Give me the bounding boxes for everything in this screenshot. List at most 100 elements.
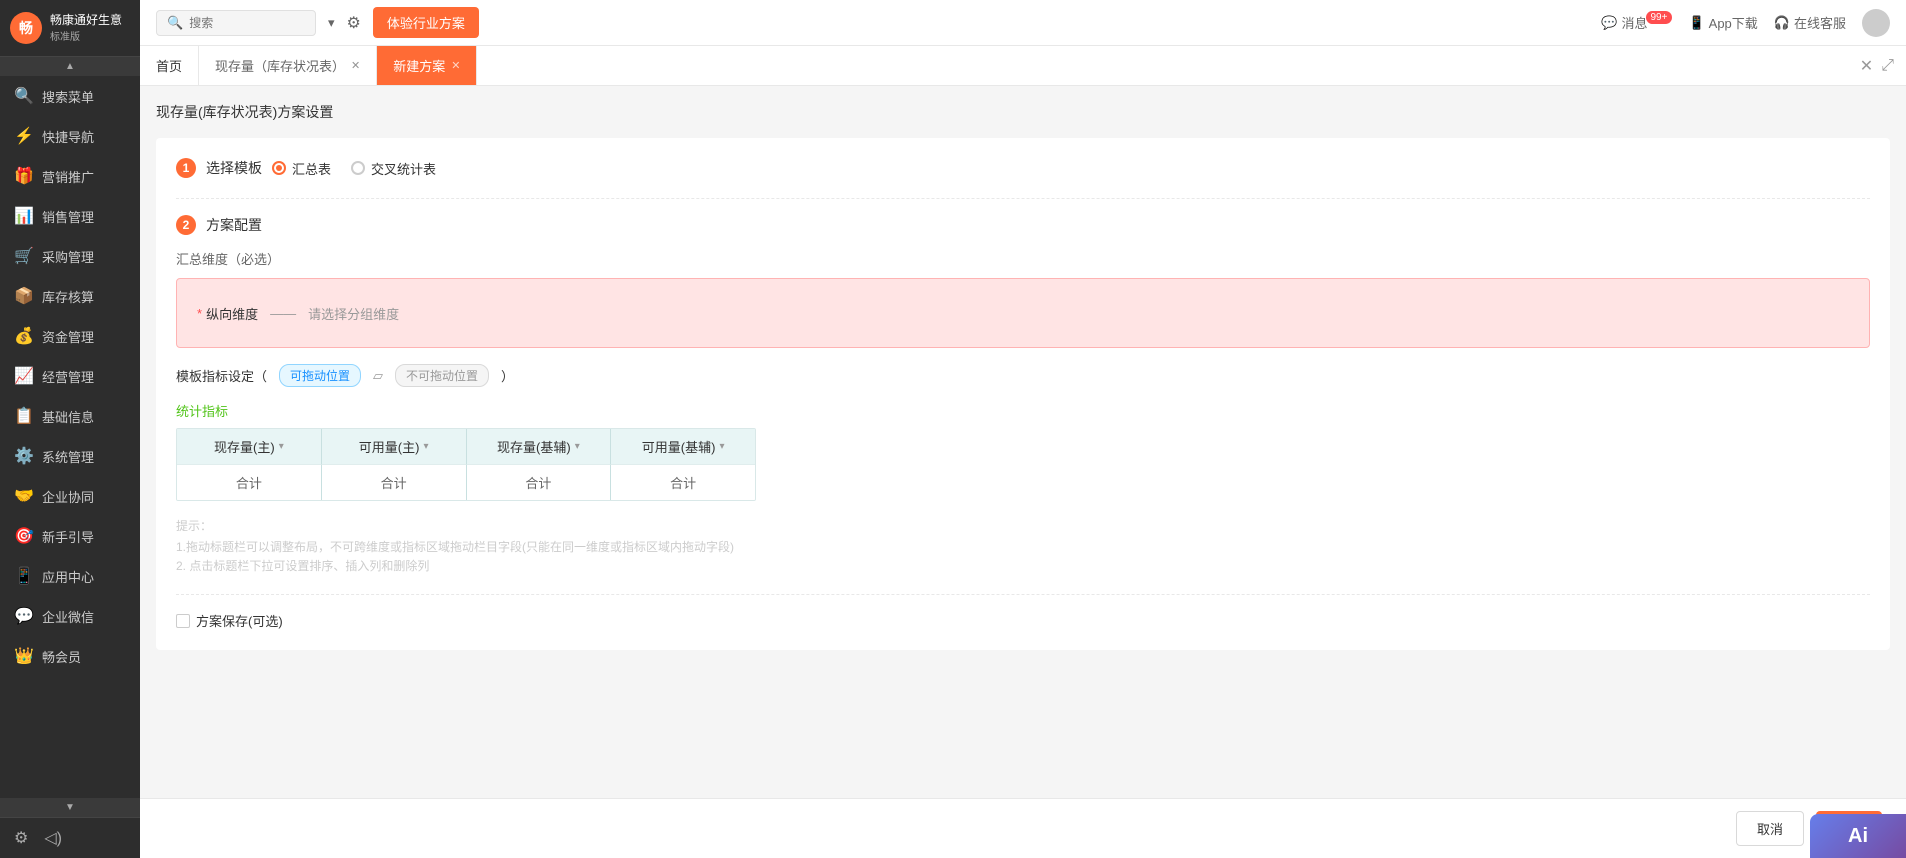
tab-inventory-status[interactable]: 现存量（库存状况表） ✕ (199, 46, 377, 85)
topbar-dropdown-icon[interactable]: ▾ (328, 15, 335, 31)
messages-group[interactable]: 💬 消息 99+ (1601, 13, 1672, 32)
dimension-arrow: —— (270, 306, 296, 321)
sidebar-item-inventory[interactable]: 📦 库存核算 (0, 276, 140, 316)
stats-row1-col1: 合计 (177, 464, 322, 500)
sidebar-item-wechat[interactable]: 💬 企业微信 (0, 596, 140, 636)
app-download-group[interactable]: 📱 App下载 (1688, 13, 1757, 32)
indicator-setting-label: 模板指标设定（ (176, 366, 267, 385)
sidebar-item-vip-label: 畅会员 (42, 647, 81, 666)
sidebar-item-vip[interactable]: 👑 畅会员 (0, 636, 140, 676)
tab-close-btn[interactable]: ✕ (1860, 56, 1873, 76)
sidebar-item-marketing[interactable]: 🎁 营销推广 (0, 156, 140, 196)
sidebar-item-marketing-label: 营销推广 (42, 167, 94, 186)
chevron-down-col1-icon: ▾ (279, 441, 284, 452)
stats-table: 现存量(主) ▾ 可用量(主) ▾ 现存量(基辅) ▾ 可用量(基辅) (176, 428, 756, 501)
tab-new-scheme-close-icon[interactable]: ✕ (451, 59, 460, 72)
save-checkbox[interactable] (176, 614, 190, 628)
messages-label: 消息 (1621, 13, 1647, 32)
radio-summary[interactable]: 汇总表 (272, 159, 331, 178)
sidebar-item-purchase[interactable]: 🛒 采购管理 (0, 236, 140, 276)
sidebar-item-search[interactable]: 🔍 搜索菜单 (0, 76, 140, 116)
tab-home[interactable]: 首页 (140, 46, 199, 85)
radio-summary-label: 汇总表 (292, 159, 331, 178)
hint-title: 提示： (176, 517, 1870, 534)
radio-cross-dot (351, 161, 365, 175)
sidebar-item-quick-nav-label: 快捷导航 (42, 127, 94, 146)
sidebar-item-enterprise[interactable]: 🤝 企业协同 (0, 476, 140, 516)
tab-new-scheme-label: 新建方案 (393, 56, 445, 75)
sidebar-scroll-down[interactable]: ▼ (0, 798, 140, 817)
tab-inventory-status-label: 现存量（库存状况表） (215, 56, 345, 75)
marketing-icon: 🎁 (14, 166, 34, 186)
user-avatar[interactable] (1862, 9, 1890, 37)
sidebar-item-app-center[interactable]: 📱 应用中心 (0, 556, 140, 596)
sidebar-item-finance[interactable]: 💰 资金管理 (0, 316, 140, 356)
stats-table-header: 现存量(主) ▾ 可用量(主) ▾ 现存量(基辅) ▾ 可用量(基辅) (177, 429, 755, 464)
topbar-gear-icon[interactable]: ⚙ (347, 13, 361, 33)
stats-col-3-header[interactable]: 现存量(基辅) ▾ (467, 429, 612, 464)
sidebar-item-basic-info[interactable]: 📋 基础信息 (0, 396, 140, 436)
search-box[interactable]: 🔍 (156, 10, 316, 36)
search-icon: 🔍 (14, 86, 34, 106)
online-service-group[interactable]: 🎧 在线客服 (1774, 13, 1846, 32)
radio-cross[interactable]: 交叉统计表 (351, 159, 436, 178)
stats-col-1-header[interactable]: 现存量(主) ▾ (177, 429, 322, 464)
online-service-label: 在线客服 (1794, 13, 1846, 32)
phone-icon: 📱 (1688, 15, 1704, 31)
new-guide-icon: 🎯 (14, 526, 34, 546)
stats-col-4-label: 可用量(基辅) (642, 437, 716, 456)
sidebar-item-search-label: 搜索菜单 (42, 87, 94, 106)
sidebar-item-new-guide[interactable]: 🎯 新手引导 (0, 516, 140, 556)
sidebar-item-operations[interactable]: 📈 经营管理 (0, 356, 140, 396)
footer: 取消 查询 (140, 798, 1906, 858)
message-icon: 💬 (1601, 15, 1617, 31)
indicator-setting-suffix: ） (501, 366, 514, 385)
operations-icon: 📈 (14, 366, 34, 386)
settings-icon[interactable]: ⚙ (14, 828, 28, 848)
scheme-card: 1 选择模板 汇总表 交叉统计表 (156, 138, 1890, 650)
template-radio-group: 汇总表 交叉统计表 (272, 159, 436, 178)
stats-row1-col2: 合计 (322, 464, 467, 500)
divider1 (176, 198, 1870, 199)
dimension-box[interactable]: * 纵向维度 —— 请选择分组维度 (176, 278, 1870, 348)
inventory-icon: 📦 (14, 286, 34, 306)
step2-header: 2 方案配置 (176, 215, 1870, 235)
sidebar-item-sales[interactable]: 📊 销售管理 (0, 196, 140, 236)
dimension-required-star: * (197, 306, 202, 321)
search-input[interactable] (189, 16, 305, 30)
sidebar-nav: 🔍 搜索菜单 ⚡ 快捷导航 🎁 营销推广 📊 销售管理 🛒 采购管理 📦 库存核… (0, 76, 140, 798)
indicator-setting-row: 模板指标设定（ 可拖动位置 ▱ 不可拖动位置 ） (176, 364, 1870, 387)
main-area: 🔍 ▾ ⚙ 体验行业方案 💬 消息 99+ 📱 App下载 🎧 在线客服 (140, 0, 1906, 858)
save-option-row[interactable]: 方案保存(可选) (176, 611, 1870, 630)
cancel-button[interactable]: 取消 (1736, 811, 1804, 846)
tab-new-scheme[interactable]: 新建方案 ✕ (377, 46, 477, 85)
quick-nav-icon: ⚡ (14, 126, 34, 146)
step1-section: 1 选择模板 汇总表 交叉统计表 (176, 158, 1870, 178)
sidebar-logo: 畅 畅康通好生意 标准版 (0, 0, 140, 57)
sidebar-item-app-center-label: 应用中心 (42, 567, 94, 586)
search-icon: 🔍 (167, 15, 183, 31)
sidebar-item-system[interactable]: ⚙️ 系统管理 (0, 436, 140, 476)
step2-number: 2 (176, 215, 196, 235)
finance-icon: 💰 (14, 326, 34, 346)
headset-icon: 🎧 (1774, 15, 1790, 31)
ai-badge[interactable]: Ai (1810, 814, 1906, 858)
sidebar-item-quick-nav[interactable]: ⚡ 快捷导航 (0, 116, 140, 156)
tabs-right-controls: ✕ ⤢ (1860, 56, 1906, 76)
indicator-not-draggable-tag: 不可拖动位置 (395, 364, 489, 387)
stats-col-1-label: 现存量(主) (214, 437, 275, 456)
tab-expand-btn[interactable]: ⤢ (1881, 57, 1894, 75)
topbar-right: 💬 消息 99+ 📱 App下载 🎧 在线客服 (1601, 9, 1890, 37)
industry-btn[interactable]: 体验行业方案 (373, 7, 479, 38)
dimension-label: 汇总维度（必选） (176, 249, 1870, 268)
dimension-placeholder-text: 请选择分组维度 (308, 304, 399, 323)
step1-title: 选择模板 (206, 158, 262, 178)
sidebar-scroll-up[interactable]: ▲ (0, 57, 140, 76)
audio-icon[interactable]: ◁) (44, 828, 62, 848)
stats-col-4-header[interactable]: 可用量(基辅) ▾ (611, 429, 755, 464)
tab-inventory-close-icon[interactable]: ✕ (351, 59, 360, 72)
sidebar-item-inventory-label: 库存核算 (42, 287, 94, 306)
chevron-down-col2-icon: ▾ (423, 441, 428, 452)
stats-row1-col4: 合计 (611, 464, 755, 500)
stats-col-2-header[interactable]: 可用量(主) ▾ (322, 429, 467, 464)
